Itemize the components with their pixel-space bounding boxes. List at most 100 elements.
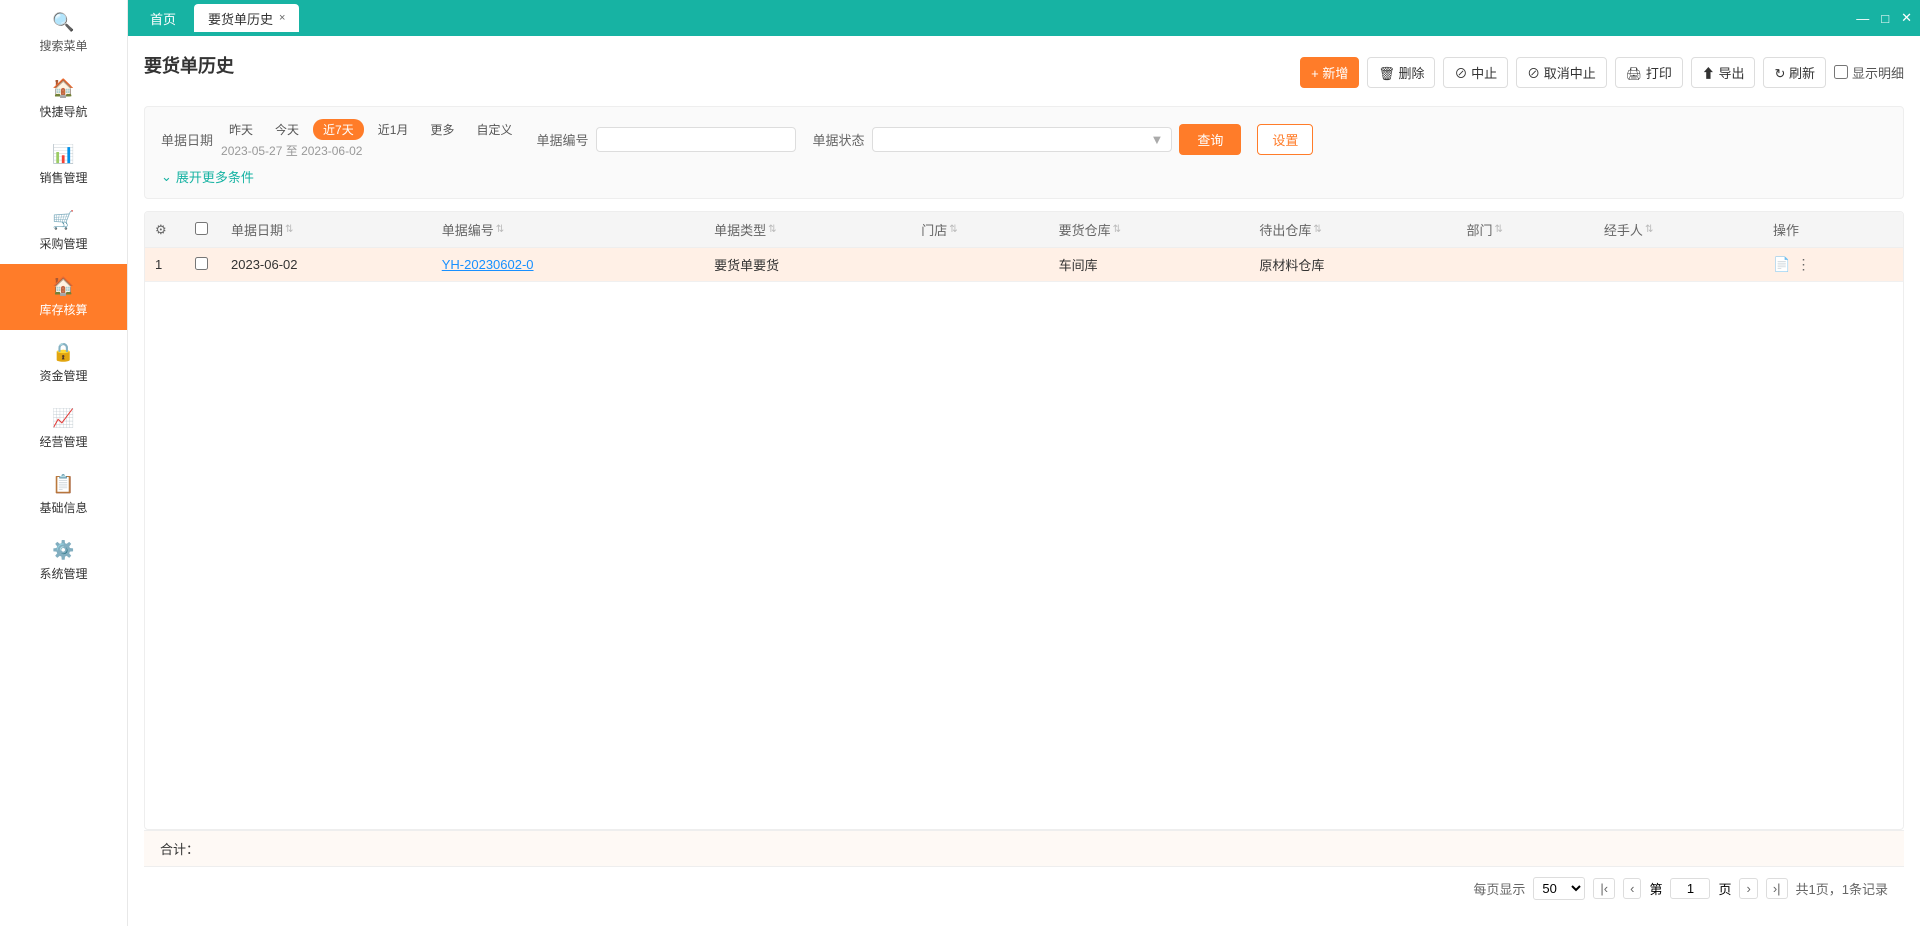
tab-bar: 首页 要货单历史 × — □ ✕ (128, 0, 1920, 36)
status-filter-label: 单据状态 (812, 130, 864, 149)
table-settings-icon[interactable]: ⚙ (155, 222, 167, 237)
th-doc-date: 单据日期 ⇅ (221, 212, 432, 248)
main-area: 首页 要货单历史 × — □ ✕ 要货单历史 + 新增 🗑 删除 ⊘ 中止 ⊘ … (128, 0, 1920, 926)
row-edit-btn[interactable]: 📄 (1773, 256, 1790, 273)
row-more-btn[interactable]: ⋮ (1796, 256, 1810, 273)
refresh-button[interactable]: ↻ 刷新 (1763, 57, 1826, 88)
table-row: 1 2023-06-02 YH-20230602-0 要货单要货 车间库 原材料… (145, 248, 1903, 282)
tab-close-icon[interactable]: × (279, 12, 285, 24)
date-opt-1month[interactable]: 近1月 (370, 119, 417, 140)
tab-current[interactable]: 要货单历史 × (194, 4, 299, 32)
operations-icon: 📈 (52, 408, 74, 429)
finance-icon: 🔒 (52, 342, 74, 363)
sidebar-item-quick-nav[interactable]: 🏠 快捷导航 (0, 66, 127, 132)
content-area: 要货单历史 + 新增 🗑 删除 ⊘ 中止 ⊘ 取消中止 🖨 打印 ⬆ 导出 ↻ … (128, 36, 1920, 926)
query-button[interactable]: 查询 (1179, 124, 1241, 155)
sidebar-item-basic-info[interactable]: 📋 基础信息 (0, 462, 127, 528)
new-button[interactable]: + 新增 (1300, 57, 1359, 88)
date-range-display: 2023-05-27 至 2023-06-02 (221, 142, 520, 159)
expand-more-btn[interactable]: ⌄ 展开更多条件 (161, 167, 1887, 186)
row-pending-warehouse: 原材料仓库 (1249, 248, 1456, 282)
first-page-btn[interactable]: |‹ (1593, 878, 1615, 899)
search-icon: 🔍 (52, 12, 74, 33)
th-doc-type: 单据类型 ⇅ (704, 212, 911, 248)
system-icon: ⚙️ (52, 540, 74, 561)
window-close-btn[interactable]: ✕ (1901, 10, 1912, 26)
date-opt-today[interactable]: 今天 (267, 119, 307, 140)
date-filter-group: 单据日期 昨天 今天 近7天 近1月 更多 自定义 2023-05-27 至 2… (161, 119, 520, 159)
prev-page-btn[interactable]: ‹ (1623, 878, 1641, 899)
row-checkbox[interactable] (185, 248, 221, 282)
date-opt-custom[interactable]: 自定义 (468, 119, 520, 140)
page-input[interactable] (1670, 878, 1710, 899)
finance-label: 资金管理 (39, 367, 87, 384)
stop-button[interactable]: ⊘ 中止 (1443, 57, 1508, 88)
sidebar-item-system[interactable]: ⚙️ 系统管理 (0, 528, 127, 594)
summary-label: 合计： (160, 842, 199, 857)
doc-no-filter-group: 单据编号 (536, 127, 796, 152)
inventory-icon: 🏠 (52, 276, 74, 297)
th-doc-no: 单据编号 ⇅ (432, 212, 704, 248)
sidebar-item-purchase[interactable]: 🛒 采购管理 (0, 198, 127, 264)
total-info: 共1页，1条记录 (1796, 879, 1888, 898)
page-size-label: 每页显示 (1473, 879, 1525, 898)
doc-no-input[interactable] (596, 127, 796, 152)
sales-label: 销售管理 (39, 169, 87, 186)
expand-more-label: 展开更多条件 (176, 167, 254, 186)
basic-info-label: 基础信息 (39, 499, 87, 516)
page-size-select[interactable]: 10 20 50 100 (1533, 877, 1585, 900)
tab-current-label: 要货单历史 (208, 9, 273, 28)
system-label: 系统管理 (39, 565, 87, 582)
status-filter-input[interactable] (872, 127, 1172, 152)
quick-nav-label: 快捷导航 (39, 103, 87, 120)
sidebar-item-inventory[interactable]: 🏠 库存核算 (0, 264, 127, 330)
display-detail-toggle[interactable]: 显示明细 (1834, 63, 1904, 82)
tab-home-label: 首页 (150, 9, 176, 28)
tab-home[interactable]: 首页 (136, 4, 190, 32)
last-page-btn[interactable]: ›| (1766, 878, 1788, 899)
setting-button[interactable]: 设置 (1257, 124, 1313, 155)
toolbar: + 新增 🗑 删除 ⊘ 中止 ⊘ 取消中止 🖨 打印 ⬆ 导出 ↻ 刷新 显示明… (1300, 57, 1904, 88)
sidebar-item-sales[interactable]: 📊 销售管理 (0, 132, 127, 198)
doc-no-filter-label: 单据编号 (536, 130, 588, 149)
basic-info-icon: 📋 (52, 474, 74, 495)
th-handler: 经手人 ⇅ (1594, 212, 1763, 248)
sidebar-item-operations[interactable]: 📈 经营管理 (0, 396, 127, 462)
row-doc-no[interactable]: YH-20230602-0 (432, 248, 704, 282)
sidebar-search-label: 搜索菜单 (39, 37, 87, 54)
th-store: 门店 ⇅ (911, 212, 1048, 248)
date-opt-more[interactable]: 更多 (422, 119, 462, 140)
quick-nav-icon: 🏠 (52, 78, 74, 99)
select-all-checkbox[interactable] (195, 222, 208, 235)
next-page-btn[interactable]: › (1739, 878, 1757, 899)
filter-row: 单据日期 昨天 今天 近7天 近1月 更多 自定义 2023-05-27 至 2… (161, 119, 1887, 159)
delete-button[interactable]: 🗑 删除 (1367, 57, 1435, 88)
th-req-warehouse: 要货仓库 ⇅ (1049, 212, 1250, 248)
date-filter-label: 单据日期 (161, 130, 213, 149)
display-detail-label: 显示明细 (1852, 63, 1904, 82)
sidebar: 🔍 搜索菜单 🏠 快捷导航 📊 销售管理 🛒 采购管理 🏠 库存核算 🔒 资金管… (0, 0, 128, 926)
date-opt-yesterday[interactable]: 昨天 (221, 119, 261, 140)
export-button[interactable]: ⬆ 导出 (1691, 57, 1756, 88)
row-doc-type: 要货单要货 (704, 248, 911, 282)
operations-label: 经营管理 (39, 433, 87, 450)
print-button[interactable]: 🖨 打印 (1615, 57, 1683, 88)
window-maximize-btn[interactable]: □ (1881, 11, 1889, 26)
th-department: 部门 ⇅ (1457, 212, 1594, 248)
status-filter-dropdown-icon[interactable]: ▼ (1150, 132, 1163, 147)
th-actions: 操作 (1763, 212, 1903, 248)
filter-area: 单据日期 昨天 今天 近7天 近1月 更多 自定义 2023-05-27 至 2… (144, 106, 1904, 199)
window-minimize-btn[interactable]: — (1856, 11, 1869, 26)
data-table: ⚙ 单据日期 ⇅ 单据编号 (144, 211, 1904, 830)
th-pending-warehouse: 待出仓库 ⇅ (1249, 212, 1456, 248)
date-opt-7days[interactable]: 近7天 (313, 119, 364, 140)
row-handler (1594, 248, 1763, 282)
sidebar-search[interactable]: 🔍 搜索菜单 (0, 0, 127, 66)
cancel-stop-button[interactable]: ⊘ 取消中止 (1516, 57, 1607, 88)
tab-bar-right: — □ ✕ (1856, 10, 1912, 26)
purchase-icon: 🛒 (52, 210, 74, 231)
display-detail-checkbox[interactable] (1834, 65, 1848, 79)
inventory-label: 库存核算 (39, 301, 87, 318)
purchase-label: 采购管理 (39, 235, 87, 252)
sidebar-item-finance[interactable]: 🔒 资金管理 (0, 330, 127, 396)
